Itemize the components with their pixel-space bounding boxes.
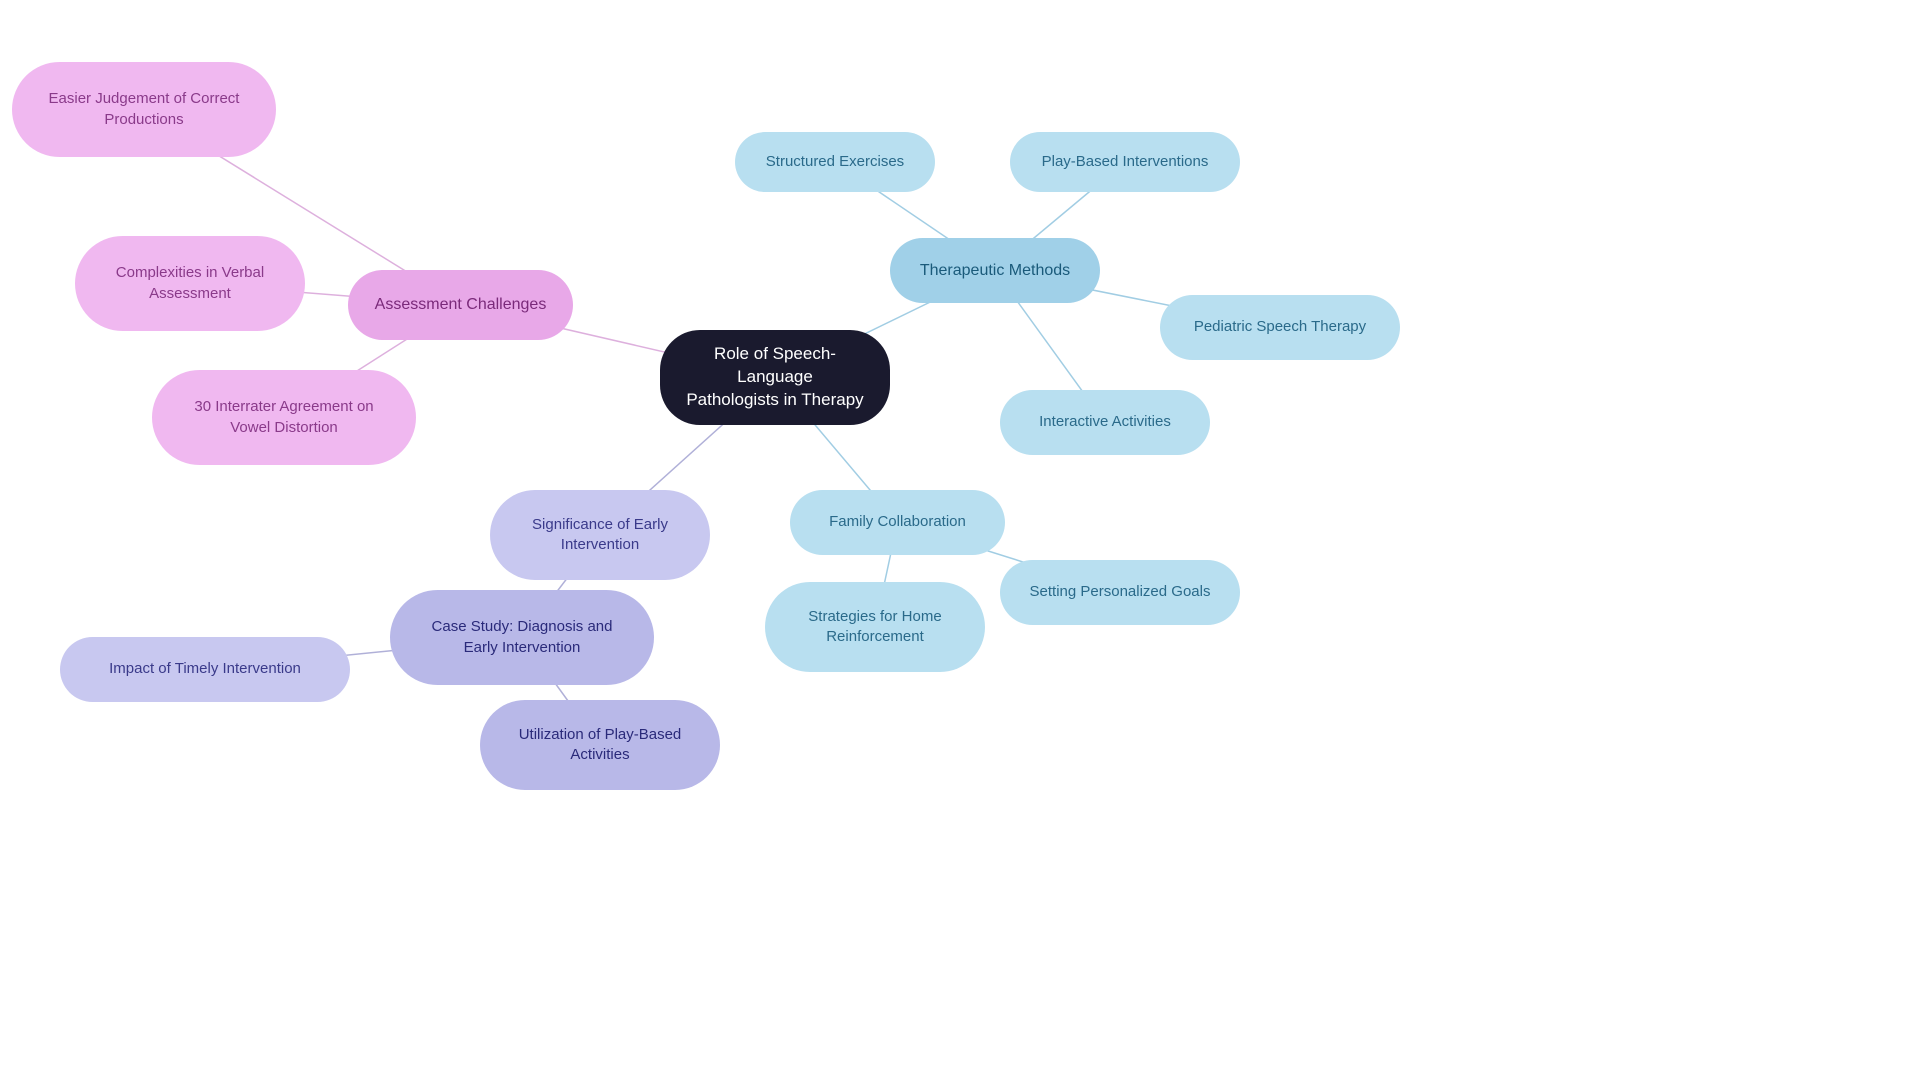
family-collaboration-node[interactable]: Family Collaboration [790,490,1005,555]
complexities-verbal-label: Complexities in Verbal Assessment [116,263,264,304]
easier-judgement-node[interactable]: Easier Judgement of Correct Productions [12,62,276,157]
center-label: Role of Speech-Language Pathologists in … [682,343,868,412]
setting-personalized-goals-label: Setting Personalized Goals [1030,582,1211,602]
family-collaboration-label: Family Collaboration [829,512,966,532]
pediatric-speech-therapy-label: Pediatric Speech Therapy [1194,317,1366,337]
structured-exercises-node[interactable]: Structured Exercises [735,132,935,192]
pediatric-speech-therapy-node[interactable]: Pediatric Speech Therapy [1160,295,1400,360]
complexities-verbal-node[interactable]: Complexities in Verbal Assessment [75,236,305,331]
impact-timely-label: Impact of Timely Intervention [109,659,301,679]
case-study-node[interactable]: Case Study: Diagnosis and Early Interven… [390,590,654,685]
case-study-label: Case Study: Diagnosis and Early Interven… [432,617,613,658]
interactive-activities-node[interactable]: Interactive Activities [1000,390,1210,455]
interrater-agreement-node[interactable]: 30 Interrater Agreement on Vowel Distort… [152,370,416,465]
strategies-home-label: Strategies for Home Reinforcement [808,607,941,648]
interrater-agreement-label: 30 Interrater Agreement on Vowel Distort… [194,397,373,438]
center-node[interactable]: Role of Speech-Language Pathologists in … [660,330,890,425]
interactive-activities-label: Interactive Activities [1039,412,1171,432]
utilization-play-node[interactable]: Utilization of Play-Based Activities [480,700,720,790]
assessment-challenges-node[interactable]: Assessment Challenges [348,270,573,340]
setting-personalized-goals-node[interactable]: Setting Personalized Goals [1000,560,1240,625]
therapeutic-methods-label: Therapeutic Methods [920,260,1070,282]
utilization-play-label: Utilization of Play-Based Activities [519,725,682,766]
therapeutic-methods-node[interactable]: Therapeutic Methods [890,238,1100,303]
play-based-interventions-label: Play-Based Interventions [1042,152,1209,172]
play-based-interventions-node[interactable]: Play-Based Interventions [1010,132,1240,192]
assessment-challenges-label: Assessment Challenges [375,294,547,316]
significance-early-node[interactable]: Significance of Early Intervention [490,490,710,580]
easier-judgement-label: Easier Judgement of Correct Productions [49,89,240,130]
strategies-home-node[interactable]: Strategies for Home Reinforcement [765,582,985,672]
significance-early-label: Significance of Early Intervention [532,515,668,556]
impact-timely-node[interactable]: Impact of Timely Intervention [60,637,350,702]
structured-exercises-label: Structured Exercises [766,152,904,172]
